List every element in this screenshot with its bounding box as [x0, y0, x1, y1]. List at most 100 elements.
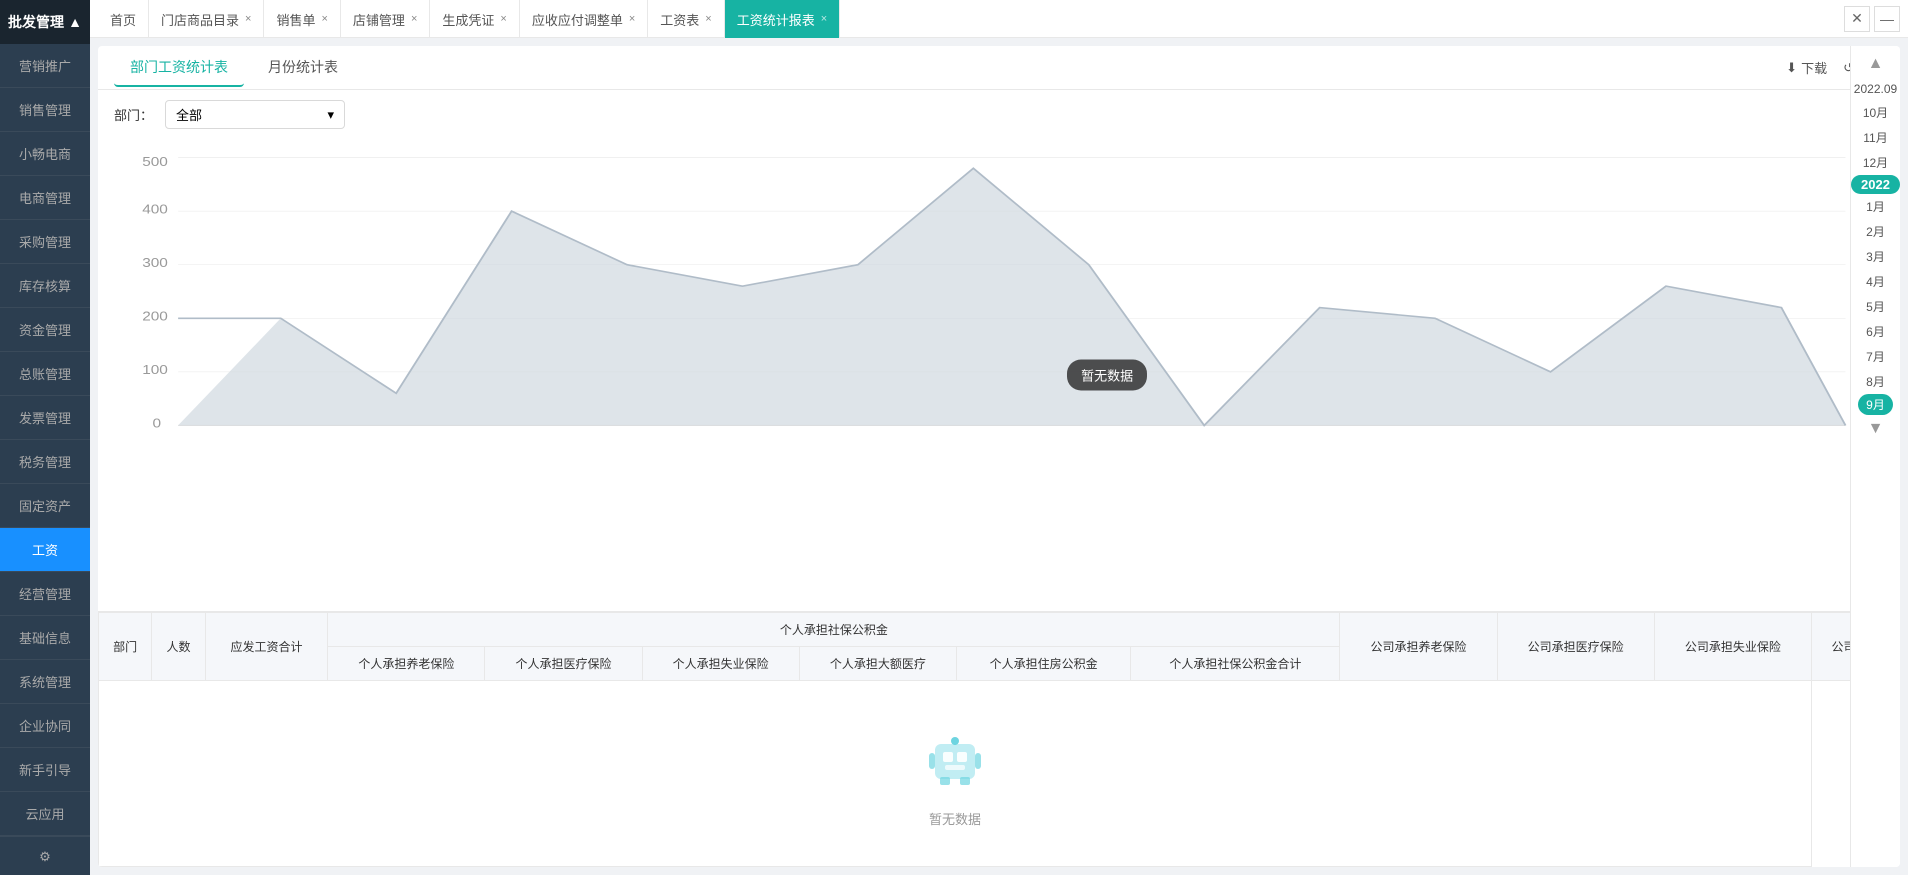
tab-bar-close: ✕ — [1844, 6, 1900, 32]
sidebar-item-营销推广[interactable]: 营销推广 [0, 44, 90, 88]
date-month-12[interactable]: 12月 [1851, 150, 1900, 175]
tab-bar: 首页门店商品目录×销售单×店铺管理×生成凭证×应收应付调整单×工资表×工资统计报… [90, 0, 1908, 38]
sidebar-item-工资[interactable]: 工资 [0, 528, 90, 572]
sidebar-item-总账管理[interactable]: 总账管理 [0, 352, 90, 396]
table-col-personal-medical: 个人承担医疗保险 [485, 647, 642, 681]
date-nav-down[interactable]: ▼ [1858, 415, 1894, 443]
date-month-11[interactable]: 11月 [1851, 125, 1900, 150]
sidebar-footer[interactable]: ⚙ [0, 836, 90, 875]
table-section: 部门 人数 应发工资合计 个人承担社保公积金 公司承担养老保险 公司承担医疗保险… [98, 611, 1900, 867]
sidebar-item-发票管理[interactable]: 发票管理 [0, 396, 90, 440]
tab-close-icon[interactable]: × [411, 13, 417, 25]
sidebar-item-资金管理[interactable]: 资金管理 [0, 308, 90, 352]
chart-area: 0 100 200 300 400 500 暂无数据 [98, 139, 1900, 611]
sidebar-header[interactable]: 批发管理 ▲ [0, 0, 90, 44]
subtab-月份统计表[interactable]: 月份统计表 [252, 49, 354, 87]
tab-门店商品目录[interactable]: 门店商品目录× [149, 0, 264, 38]
download-icon: ⬇ [1786, 60, 1797, 76]
data-table: 部门 人数 应发工资合计 个人承担社保公积金 公司承担养老保险 公司承担医疗保险… [98, 612, 1900, 867]
tab-首页[interactable]: 首页 [98, 0, 149, 38]
svg-text:500: 500 [142, 155, 168, 170]
table-col-company-unemploy: 公司承担失业保险 [1654, 613, 1811, 681]
date-year-2022-header: 2022.09 [1851, 78, 1900, 100]
date-month-1[interactable]: 1月 [1851, 194, 1900, 219]
tab-应收应付调整单[interactable]: 应收应付调整单× [520, 0, 648, 38]
tab-close-icon[interactable]: × [245, 13, 251, 25]
table-col-count: 人数 [152, 613, 205, 681]
dept-select[interactable]: 全部 ▾ [165, 100, 345, 129]
empty-state-icon [915, 719, 995, 799]
date-month-2[interactable]: 2月 [1851, 219, 1900, 244]
sidebar-item-基础信息[interactable]: 基础信息 [0, 616, 90, 660]
sidebar-item-库存核算[interactable]: 库存核算 [0, 264, 90, 308]
date-year-2022[interactable]: 2022 [1851, 175, 1900, 194]
dept-select-value: 全部 [176, 105, 202, 124]
table-col-personal-unemploy: 个人承担失业保险 [642, 647, 799, 681]
download-label: 下载 [1801, 58, 1827, 77]
table-col-total: 应发工资合计 [205, 613, 328, 681]
table-col-personal-housing: 个人承担住房公积金 [956, 647, 1130, 681]
tab-生成凭证[interactable]: 生成凭证× [430, 0, 519, 38]
date-month-5[interactable]: 5月 [1851, 294, 1900, 319]
svg-text:300: 300 [142, 256, 168, 271]
table-col-personal-pension: 个人承担养老保险 [328, 647, 485, 681]
table-empty-cell: 暂无数据 [99, 681, 1812, 867]
close-window-button[interactable]: ✕ [1844, 6, 1870, 32]
sidebar-item-固定资产[interactable]: 固定资产 [0, 484, 90, 528]
svg-text:200: 200 [142, 310, 168, 325]
table-col-personal-total: 个人承担社保公积金合计 [1131, 647, 1340, 681]
tab-close-icon[interactable]: × [321, 13, 327, 25]
sidebar-item-企业协同[interactable]: 企业协同 [0, 704, 90, 748]
dept-filter-label: 部门： [114, 105, 153, 124]
date-month-7[interactable]: 7月 [1851, 344, 1900, 369]
empty-state: 暂无数据 [105, 689, 1805, 858]
tab-销售单[interactable]: 销售单× [264, 0, 340, 38]
tab-close-icon[interactable]: × [821, 13, 827, 25]
sidebar-item-云应用[interactable]: 云应用 [0, 792, 90, 836]
tab-list: 首页门店商品目录×销售单×店铺管理×生成凭证×应收应付调整单×工资表×工资统计报… [98, 0, 840, 37]
sidebar-item-新手引导[interactable]: 新手引导 [0, 748, 90, 792]
tab-工资统计报表[interactable]: 工资统计报表× [725, 0, 840, 38]
svg-text:100: 100 [142, 363, 168, 378]
svg-text:400: 400 [142, 202, 168, 217]
date-month-3[interactable]: 3月 [1851, 244, 1900, 269]
date-nav-up[interactable]: ▲ [1858, 50, 1894, 78]
tab-close-icon[interactable]: × [705, 13, 711, 25]
sidebar-item-系统管理[interactable]: 系统管理 [0, 660, 90, 704]
sidebar-header-arrow: ▲ [68, 14, 82, 30]
svg-text:0: 0 [152, 417, 161, 432]
sidebar-header-label: 批发管理 [8, 12, 64, 32]
date-month-10[interactable]: 10月 [1851, 100, 1900, 125]
sidebar-items: 营销推广销售管理小畅电商电商管理采购管理库存核算资金管理总账管理发票管理税务管理… [0, 44, 90, 836]
subtab-部门工资统计表[interactable]: 部门工资统计表 [114, 49, 244, 87]
minimize-window-button[interactable]: — [1874, 6, 1900, 32]
sidebar-item-经营管理[interactable]: 经营管理 [0, 572, 90, 616]
filter-row: 部门： 全部 ▾ [98, 90, 1900, 139]
table-col-personal-insurance-group: 个人承担社保公积金 [328, 613, 1340, 647]
sidebar-item-小畅电商[interactable]: 小畅电商 [0, 132, 90, 176]
sub-tabs-left: 部门工资统计表月份统计表 [114, 49, 354, 87]
date-month-4[interactable]: 4月 [1851, 269, 1900, 294]
sub-tabs: 部门工资统计表月份统计表 ⬇ 下载 ↺ 刷新 [98, 46, 1900, 90]
sidebar-item-采购管理[interactable]: 采购管理 [0, 220, 90, 264]
sidebar-item-电商管理[interactable]: 电商管理 [0, 176, 90, 220]
tab-店铺管理[interactable]: 店铺管理× [341, 0, 430, 38]
download-button[interactable]: ⬇ 下载 [1786, 58, 1827, 77]
tab-工资表[interactable]: 工资表× [648, 0, 724, 38]
date-panel: ▲ 2022.09 10月 11月 12月 2022 1月 2月 [1850, 46, 1900, 867]
date-month-6[interactable]: 6月 [1851, 319, 1900, 344]
table-col-company-medical: 公司承担医疗保险 [1497, 613, 1654, 681]
chevron-down-icon: ▾ [327, 107, 334, 123]
tab-close-icon[interactable]: × [629, 13, 635, 25]
date-month-9-active[interactable]: 9月 [1858, 394, 1893, 415]
chart-no-data-tooltip: 暂无数据 [1067, 360, 1147, 391]
table-col-dept: 部门 [99, 613, 152, 681]
date-month-8[interactable]: 8月 [1851, 369, 1900, 394]
page-content: 部门工资统计表月份统计表 ⬇ 下载 ↺ 刷新 部门： 全部 ▾ [98, 46, 1900, 867]
table-col-personal-major-medical: 个人承担大额医疗 [799, 647, 956, 681]
sidebar-item-销售管理[interactable]: 销售管理 [0, 88, 90, 132]
chart-svg: 0 100 200 300 400 500 [114, 149, 1884, 449]
sidebar-item-税务管理[interactable]: 税务管理 [0, 440, 90, 484]
tab-close-icon[interactable]: × [500, 13, 506, 25]
main-content: 首页门店商品目录×销售单×店铺管理×生成凭证×应收应付调整单×工资表×工资统计报… [90, 0, 1908, 875]
